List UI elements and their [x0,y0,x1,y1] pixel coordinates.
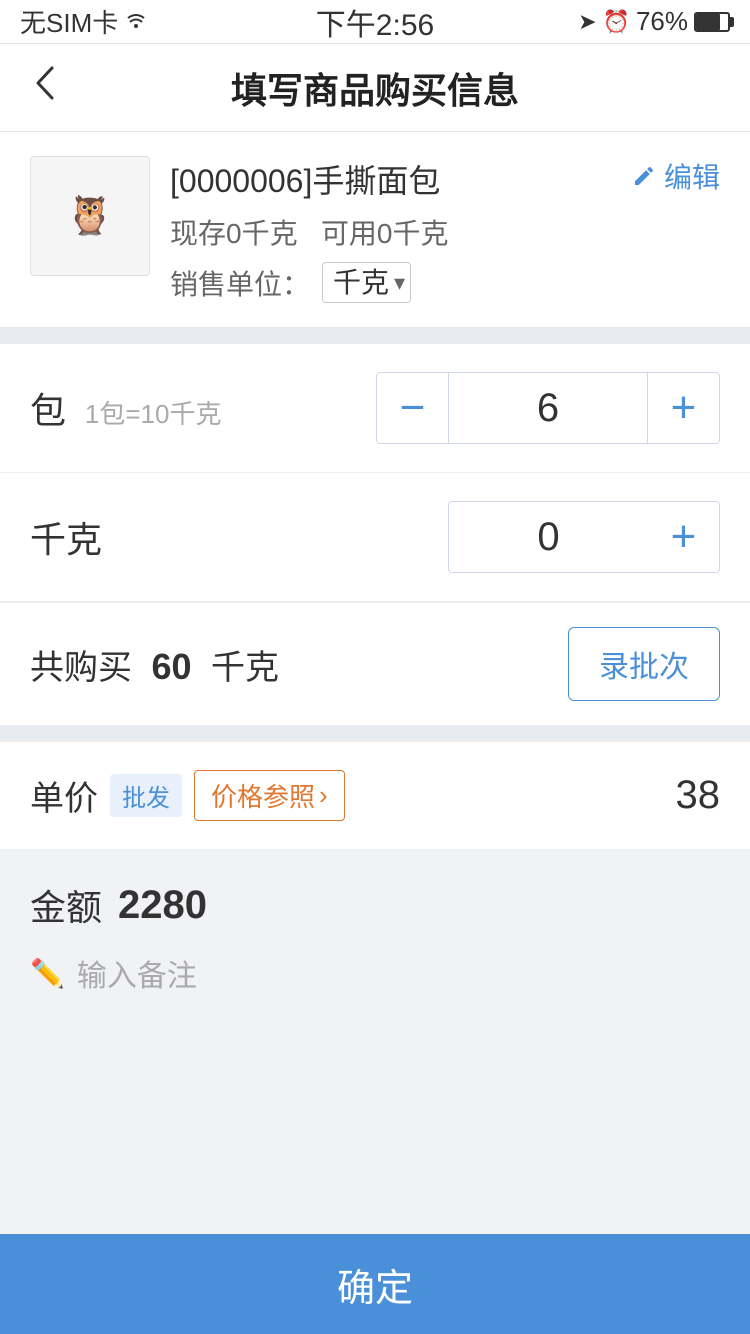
product-thumbnail: 🦉 [30,156,150,276]
bao-label: 包 1包=10千克 [30,382,376,434]
kg-plus-button[interactable]: + [648,501,720,573]
location-icon: ➤ [578,9,596,35]
kg-controls: + [448,501,720,573]
kg-quantity-input[interactable] [448,501,648,573]
bao-quantity-input[interactable] [448,372,648,444]
status-bar: 无SIM卡 下午2:56 ➤ ⏰ 76% [0,0,750,44]
battery-icon [694,12,730,32]
amount-row: 金额 2280 [30,879,720,931]
price-badge: 批发 [110,774,182,817]
edit-button[interactable]: 编辑 [632,156,720,196]
price-row: 单价 批发 价格参照 › 38 [30,770,720,821]
total-row: 共购买 60 千克 录批次 [0,603,750,725]
price-reference-button[interactable]: 价格参照 › [194,770,345,821]
alarm-icon: ⏰ [603,9,630,35]
kg-label: 千克 [30,511,448,563]
bao-minus-button[interactable]: − [376,372,448,444]
product-stock: 现存0千克 可用0千克 [170,212,720,252]
status-time: 下午2:56 [316,0,434,44]
product-info: [0000006]手撕面包 编辑 现存0千克 可用0千克 销售单位： 千克 包 [170,156,720,303]
status-right: ➤ ⏰ 76% [578,6,730,37]
product-unit-row: 销售单位： 千克 包 [170,262,720,303]
confirm-button[interactable]: 确定 [0,1234,750,1334]
page-title: 填写商品购买信息 [231,62,519,114]
sim-icon [126,6,146,37]
unit-select-wrapper[interactable]: 千克 包 [322,262,411,303]
amount-section: 金额 2280 ✏️ 输入备注 [0,849,750,1011]
section-divider-1 [0,328,750,344]
input-section: 包 1包=10千克 − + 千克 + [0,344,750,602]
bao-controls: − + [376,372,720,444]
batch-button[interactable]: 录批次 [568,627,720,701]
product-logo: 🦉 [66,194,113,238]
remark-placeholder: 输入备注 [77,951,197,995]
product-name: [0000006]手撕面包 [170,156,440,202]
total-text: 共购买 60 千克 [30,640,279,689]
bao-plus-button[interactable]: + [648,372,720,444]
status-left: 无SIM卡 [20,3,146,40]
unit-select[interactable]: 千克 包 [322,262,411,303]
remark-row[interactable]: ✏️ 输入备注 [30,951,720,995]
back-button[interactable] [24,54,66,122]
confirm-label: 确定 [337,1257,413,1312]
product-name-row: [0000006]手撕面包 编辑 [170,156,720,202]
carrier-label: 无SIM卡 [20,3,118,40]
price-value: 38 [676,773,721,818]
section-divider-3 [0,725,750,741]
product-card: 🦉 [0000006]手撕面包 编辑 现存0千克 可用0千克 销售单位： 千克 [0,132,750,328]
price-section: 单价 批发 价格参照 › 38 [0,741,750,849]
pencil-icon: ✏️ [30,957,65,990]
kg-input-row: 千克 + [0,473,750,602]
battery-label: 76% [636,6,688,37]
price-left: 单价 批发 价格参照 › [30,770,345,821]
bao-input-row: 包 1包=10千克 − + [0,344,750,473]
nav-bar: 填写商品购买信息 [0,44,750,132]
